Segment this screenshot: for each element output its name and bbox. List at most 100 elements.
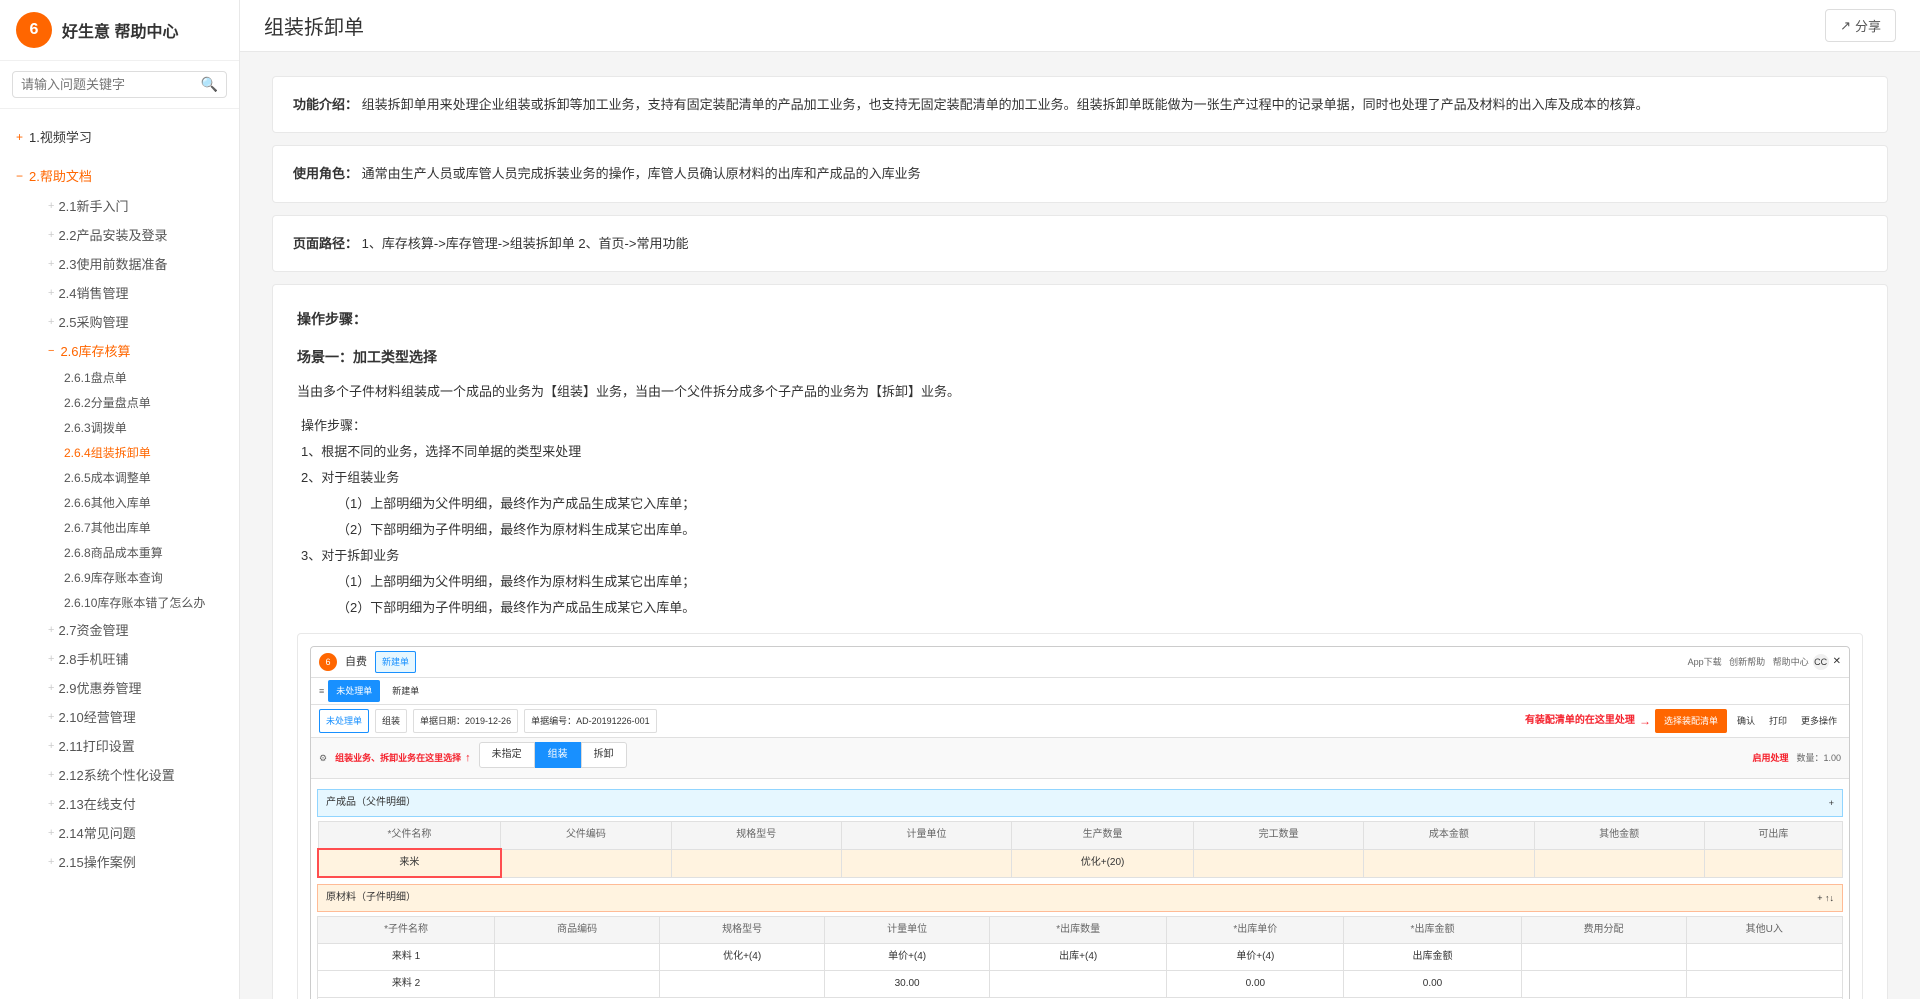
mock-td-available — [1704, 849, 1842, 877]
mock-title-text: 自费 — [345, 651, 367, 673]
mock-no-field: 单据编号：AD-20191226-001 — [524, 709, 657, 733]
mock-assembly-btn[interactable]: 选择装配清单 — [1655, 709, 1727, 733]
intro-block: 功能介绍： 组装拆卸单用来处理企业组装或拆卸等加工业务，支持有固定装配清单的产品… — [272, 76, 1888, 133]
mock-section-top-actions: + — [1829, 794, 1834, 812]
mock-bth-out-price: *出库单价 — [1167, 917, 1344, 944]
mock-bth-other-in: 其他U入 — [1686, 917, 1842, 944]
role-label: 使用角色： — [293, 166, 358, 181]
share-icon: ↗ — [1840, 18, 1851, 34]
annotation-right: 启用处理 — [1752, 749, 1788, 767]
nav-item-2-6-3[interactable]: 2.6.3调拨单 — [48, 415, 239, 440]
step3: 3、对于拆卸业务 — [301, 543, 1863, 569]
sidebar-header: 6 好生意 帮助中心 — [0, 0, 239, 61]
mock-more-btn[interactable]: 更多操作 — [1797, 710, 1841, 732]
search-icon[interactable]: 🔍 — [201, 76, 218, 93]
nav-item-2-6-8[interactable]: 2.6.8商品成本重算 — [48, 540, 239, 565]
mock-new-btn[interactable]: 新建单 — [375, 651, 416, 673]
scenario1-desc: 当由多个子件材料组装成一个成品的业务为【组装】业务，当由一个父件拆分成多个子产品… — [297, 379, 1863, 405]
mock-th-unit: 计量单位 — [841, 822, 1011, 850]
annotation-top-text: 有装配清单的在这里处理 — [1525, 711, 1635, 731]
nav-item-2-9-icon: + — [48, 682, 54, 694]
nav-item-2-11[interactable]: + 2.11打印设置 — [32, 731, 239, 760]
mock-td-other — [1534, 849, 1704, 877]
role-block: 使用角色： 通常由生产人员或库管人员完成拆装业务的操作，库管人员确认原材料的出库… — [272, 145, 1888, 202]
nav-item-2-3[interactable]: + 2.3使用前数据准备 — [32, 249, 239, 278]
nav-item-2-6-9[interactable]: 2.6.9库存账本查询 — [48, 565, 239, 590]
step3-sub1: （1）上部明细为父件明细，最终作为原材料生成某它出库单； — [337, 569, 1863, 595]
nav-item-2-9[interactable]: + 2.9优惠券管理 — [32, 673, 239, 702]
mock-tab-assembly[interactable]: 组装 — [535, 742, 581, 768]
site-title: 好生意 帮助中心 — [62, 18, 178, 42]
path-label: 页面路径： — [293, 236, 358, 251]
arrow-right-icon: → — [1639, 709, 1651, 733]
nav-item-2-12[interactable]: + 2.12系统个性化设置 — [32, 760, 239, 789]
search-wrap: 🔍 — [12, 71, 227, 98]
mock-app: 6 自费 新建单 App下载 创新帮助 帮助中心 CC ✕ ≡ — [310, 646, 1850, 999]
mock-tab-unspecified[interactable]: 未指定 — [479, 742, 535, 768]
nav-item-2-4[interactable]: + 2.4销售管理 — [32, 278, 239, 307]
mock-table-top-header-row: *父件名称 父件编码 规格型号 计量单位 生产数量 完工数量 成本金额 其他金额… — [318, 822, 1843, 850]
mock-btd-alloc-1 — [1521, 944, 1686, 971]
screenshot-container: 6 自费 新建单 App下载 创新帮助 帮助中心 CC ✕ ≡ — [297, 633, 1863, 999]
nav-item-2-6-10[interactable]: 2.6.10库存账本错了怎么办 — [48, 590, 239, 615]
mock-btd-outqty-1: 出库+(4) — [990, 944, 1167, 971]
mock-titlebar: 6 自费 新建单 App下载 创新帮助 帮助中心 CC ✕ — [311, 647, 1849, 678]
search-input[interactable] — [21, 77, 201, 92]
nav-item-2-15[interactable]: + 2.15操作案例 — [32, 847, 239, 876]
nav-sub-items-2: + 2.1新手入门 + 2.2产品安装及登录 + 2.3使用前数据准备 + 2.… — [0, 191, 239, 876]
nav-item-2-6-2[interactable]: 2.6.2分量盘点单 — [48, 390, 239, 415]
mock-th-cost: 成本金额 — [1364, 822, 1534, 850]
mock-table-bottom-header-row: *子件名称 商品编码 规格型号 计量单位 *出库数量 *出库单价 *出库金额 费… — [318, 917, 1843, 944]
mock-btn-save[interactable]: 组装 — [375, 709, 407, 733]
nav-item-2-6: − 2.6库存核算 2.6.1盘点单 2.6.2分量盘点单 2.6.3调拨单 2… — [32, 336, 239, 615]
mock-confirm-btn[interactable]: 确认 — [1733, 710, 1759, 732]
annotation-bottom-left: 组装业务、拆卸业务在这里选择 — [335, 749, 461, 767]
nav-item-2-6-1[interactable]: 2.6.1盘点单 — [48, 365, 239, 390]
nav-item-2-6-4[interactable]: 2.6.4组装拆卸单 — [48, 440, 239, 465]
nav-item-2-1[interactable]: + 2.1新手入门 — [32, 191, 239, 220]
nav-item-2-6-5[interactable]: 2.6.5成本调整单 — [48, 465, 239, 490]
nav-item-2-10[interactable]: + 2.10经营管理 — [32, 702, 239, 731]
path-block: 页面路径： 1、库存核算->库存管理->组装拆卸单 2、首页->常用功能 — [272, 215, 1888, 272]
mock-btd-unit-1: 单价+(4) — [825, 944, 990, 971]
mock-nav-icon: ≡ — [319, 682, 324, 700]
step2-sub2: （2）下部明细为子件明细，最终作为原材料生成某它出库单。 — [337, 517, 1863, 543]
page-title: 组装拆卸单 — [264, 11, 364, 40]
mock-close-icon[interactable]: ✕ — [1833, 652, 1841, 672]
mock-bth-spec: 规格型号 — [660, 917, 825, 944]
mock-tab-active[interactable]: 未处理单 — [328, 680, 380, 702]
mock-th-parent-code: 父件编码 — [501, 822, 671, 850]
mock-table-bottom-row-1: 来料 1 优化+(4) 单价+(4) 出库+(4) 单价+(4) 出库金额 — [318, 944, 1843, 971]
nav-item-2-6-6[interactable]: 2.6.6其他入库单 — [48, 490, 239, 515]
mock-annotation-top: 有装配清单的在这里处理 → 选择装配清单 — [1525, 709, 1727, 733]
nav-item-2-8[interactable]: + 2.8手机旺铺 — [32, 644, 239, 673]
mock-btn-process[interactable]: 未处理单 — [319, 709, 369, 733]
mock-tab-inactive[interactable]: 新建单 — [384, 680, 427, 702]
nav-item-2-7-icon: + — [48, 624, 54, 636]
mock-app-links: App下载 创新帮助 帮助中心 — [1688, 653, 1809, 671]
intro-text: 组装拆卸单用来处理企业组装或拆卸等加工业务，支持有固定装配清单的产品加工业务，也… — [362, 97, 1649, 112]
step3-sub2: （2）下部明细为子件明细，最终作为产成品生成某它入库单。 — [337, 595, 1863, 621]
nav-item-2-6-title[interactable]: − 2.6库存核算 — [32, 336, 239, 365]
scenario1-title: 场景一：加工类型选择 — [297, 343, 1863, 371]
intro-label: 功能介绍： — [293, 97, 358, 112]
nav-item-2-13[interactable]: + 2.13在线支付 — [32, 789, 239, 818]
share-button[interactable]: ↗ 分享 — [1825, 9, 1896, 42]
mock-print-btn[interactable]: 打印 — [1765, 710, 1791, 732]
nav-item-2-14[interactable]: + 2.14常见问题 — [32, 818, 239, 847]
nav-item-2-6-7[interactable]: 2.6.7其他出库单 — [48, 515, 239, 540]
nav-item-2-7[interactable]: + 2.7资金管理 — [32, 615, 239, 644]
mock-content-body: 产成品（父件明细） + *父件名称 父件编码 规格型号 计量单位 — [311, 779, 1849, 999]
mock-th-parent-name: *父件名称 — [318, 822, 501, 850]
nav-item-2-2[interactable]: + 2.2产品安装及登录 — [32, 220, 239, 249]
mock-btd-name-1: 来料 1 — [318, 944, 495, 971]
mock-td-parent-code — [501, 849, 671, 877]
nav-item-2-5[interactable]: + 2.5采购管理 — [32, 307, 239, 336]
nav-section-2: − 2.帮助文档 + 2.1新手入门 + 2.2产品安装及登录 + 2.3使用前… — [0, 156, 239, 880]
mock-table-top-row-1: 来米 优化+(20) — [318, 849, 1843, 877]
nav-section-1-title[interactable]: + 1.视频学习 — [0, 121, 239, 152]
mock-tab-disassembly[interactable]: 拆卸 — [581, 742, 627, 768]
arrow-up-icon: ↑ — [465, 747, 471, 769]
mock-btd-outamt-1: 出库金额 — [1344, 944, 1521, 971]
nav-section-2-title[interactable]: − 2.帮助文档 — [0, 160, 239, 191]
